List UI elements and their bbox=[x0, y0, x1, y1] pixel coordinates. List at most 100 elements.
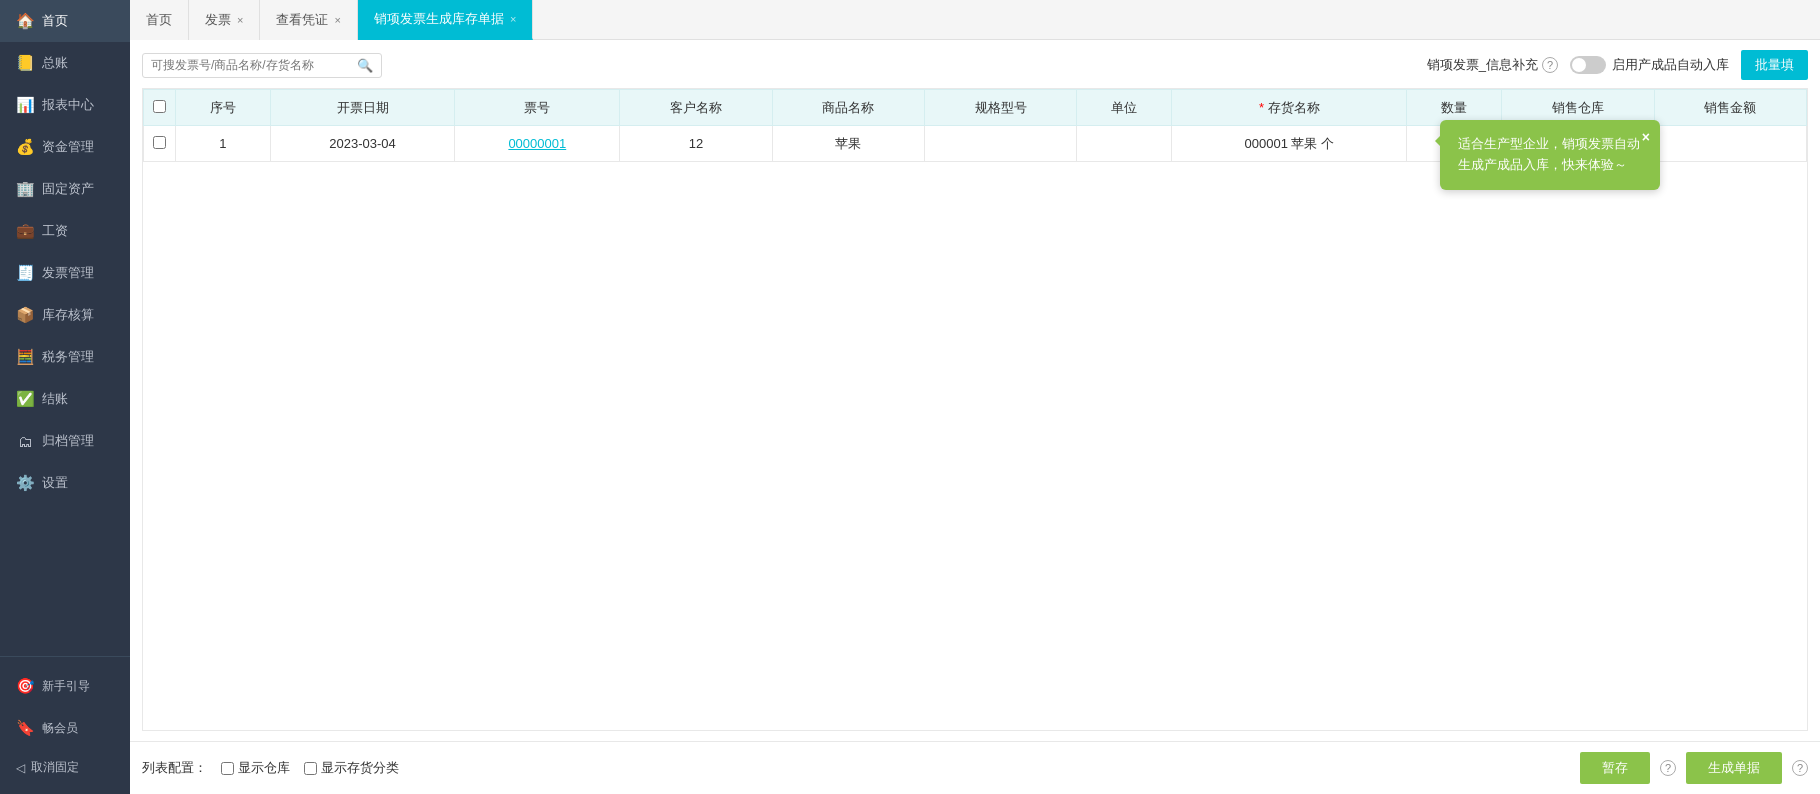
sidebar-label-payroll: 工资 bbox=[42, 222, 68, 240]
show-category-text: 显示存货分类 bbox=[321, 759, 399, 777]
sidebar-item-archive[interactable]: 🗂 归档管理 bbox=[0, 420, 130, 462]
settings-icon: ⚙️ bbox=[16, 474, 34, 492]
sidebar-label-assets: 固定资产 bbox=[42, 180, 94, 198]
sidebar-item-settings[interactable]: ⚙️ 设置 bbox=[0, 462, 130, 504]
save-help-icon[interactable]: ? bbox=[1660, 760, 1676, 776]
vip-icon: 🔖 bbox=[16, 719, 34, 737]
tab-voucher-close[interactable]: × bbox=[334, 14, 340, 26]
tab-home[interactable]: 首页 bbox=[130, 0, 189, 40]
th-invoice-no: 票号 bbox=[455, 90, 620, 126]
tab-voucher[interactable]: 查看凭证 × bbox=[260, 0, 357, 40]
search-input[interactable] bbox=[151, 58, 357, 72]
info-label-text: 销项发票_信息补充 bbox=[1427, 56, 1538, 74]
row-checkbox[interactable] bbox=[153, 136, 166, 149]
info-label: 销项发票_信息补充 ? bbox=[1427, 56, 1558, 74]
unpin-icon: ◁ bbox=[16, 761, 25, 775]
bottom-bar: 列表配置： 显示仓库 显示存货分类 暂存 ? 生成单据 ? bbox=[130, 741, 1820, 794]
th-date: 开票日期 bbox=[270, 90, 454, 126]
th-amount: 销售金额 bbox=[1654, 90, 1806, 126]
archive-icon: 🗂 bbox=[16, 433, 34, 450]
sidebar-label-settings: 设置 bbox=[42, 474, 68, 492]
tooltip-close-button[interactable]: × bbox=[1642, 126, 1650, 148]
sidebar-label-invoices: 发票管理 bbox=[42, 264, 94, 282]
toggle-wrap: 启用产成品自动入库 bbox=[1570, 56, 1729, 74]
assets-icon: 🏢 bbox=[16, 180, 34, 198]
generate-button[interactable]: 生成单据 bbox=[1686, 752, 1782, 784]
sidebar-label-home: 首页 bbox=[42, 12, 68, 30]
show-category-checkbox[interactable] bbox=[304, 762, 317, 775]
sidebar-label-tax: 税务管理 bbox=[42, 348, 94, 366]
sidebar-item-reports[interactable]: 📊 报表中心 bbox=[0, 84, 130, 126]
show-warehouse-checkbox[interactable] bbox=[221, 762, 234, 775]
config-label: 列表配置： bbox=[142, 759, 207, 777]
row-unit bbox=[1077, 126, 1172, 162]
payroll-icon: 💼 bbox=[16, 222, 34, 240]
th-customer: 客户名称 bbox=[620, 90, 772, 126]
guide-icon: 🎯 bbox=[16, 677, 34, 695]
th-checkbox bbox=[144, 90, 176, 126]
toggle-label: 启用产成品自动入库 bbox=[1612, 56, 1729, 74]
th-inventory: 存货名称 bbox=[1172, 90, 1407, 126]
invoices-icon: 🧾 bbox=[16, 264, 34, 282]
row-inventory: 000001 苹果 个 bbox=[1172, 126, 1407, 162]
funds-icon: 💰 bbox=[16, 138, 34, 156]
th-unit: 单位 bbox=[1077, 90, 1172, 126]
tab-invoice-close[interactable]: × bbox=[237, 14, 243, 26]
sidebar-item-tax[interactable]: 🧮 税务管理 bbox=[0, 336, 130, 378]
row-amount bbox=[1654, 126, 1806, 162]
unpin-button[interactable]: ◁ 取消固定 bbox=[0, 749, 130, 786]
row-customer: 12 bbox=[620, 126, 772, 162]
tax-icon: 🧮 bbox=[16, 348, 34, 366]
tab-voucher-label: 查看凭证 bbox=[276, 11, 328, 29]
sidebar-item-assets[interactable]: 🏢 固定资产 bbox=[0, 168, 130, 210]
sidebar-label-guide: 新手引导 bbox=[42, 678, 90, 695]
show-warehouse-text: 显示仓库 bbox=[238, 759, 290, 777]
row-invoice-no[interactable]: 00000001 bbox=[455, 126, 620, 162]
bottom-right: 暂存 ? 生成单据 ? bbox=[1580, 752, 1808, 784]
tab-cancel-invoice[interactable]: 销项发票生成库存单据 × bbox=[358, 0, 533, 40]
toolbar-right: 销项发票_信息补充 ? 启用产成品自动入库 批量填 bbox=[1427, 50, 1808, 80]
sidebar-item-closing[interactable]: ✅ 结账 bbox=[0, 378, 130, 420]
search-icon[interactable]: 🔍 bbox=[357, 58, 373, 73]
row-model bbox=[924, 126, 1076, 162]
sidebar-item-guide[interactable]: 🎯 新手引导 bbox=[0, 665, 130, 707]
sidebar-item-funds[interactable]: 💰 资金管理 bbox=[0, 126, 130, 168]
closing-icon: ✅ bbox=[16, 390, 34, 408]
sidebar-item-home[interactable]: 🏠 首页 bbox=[0, 0, 130, 42]
batch-fill-button[interactable]: 批量填 bbox=[1741, 50, 1808, 80]
tooltip-bubble: × 适合生产型企业，销项发票自动生成产成品入库，快来体验～ bbox=[1440, 120, 1660, 190]
generate-help-icon[interactable]: ? bbox=[1792, 760, 1808, 776]
sidebar-item-inventory[interactable]: 📦 库存核算 bbox=[0, 294, 130, 336]
row-checkbox-cell[interactable] bbox=[144, 126, 176, 162]
th-model: 规格型号 bbox=[924, 90, 1076, 126]
row-seq: 1 bbox=[176, 126, 271, 162]
sidebar-label-closing: 结账 bbox=[42, 390, 68, 408]
list-config: 列表配置： 显示仓库 显示存货分类 bbox=[142, 759, 399, 777]
tab-invoice-label: 发票 bbox=[205, 11, 231, 29]
row-date: 2023-03-04 bbox=[270, 126, 454, 162]
auto-storage-toggle[interactable] bbox=[1570, 56, 1606, 74]
sidebar-label-inventory: 库存核算 bbox=[42, 306, 94, 324]
sidebar-item-vip[interactable]: 🔖 畅会员 bbox=[0, 707, 130, 749]
reports-icon: 📊 bbox=[16, 96, 34, 114]
sidebar-item-payroll[interactable]: 💼 工资 bbox=[0, 210, 130, 252]
row-product: 苹果 bbox=[772, 126, 924, 162]
sidebar-bottom: 🎯 新手引导 🔖 畅会员 ◁ 取消固定 bbox=[0, 656, 130, 794]
show-warehouse-label[interactable]: 显示仓库 bbox=[221, 759, 290, 777]
show-category-label[interactable]: 显示存货分类 bbox=[304, 759, 399, 777]
sidebar-label-ledger: 总账 bbox=[42, 54, 68, 72]
inventory-icon: 📦 bbox=[16, 306, 34, 324]
sidebar-label-funds: 资金管理 bbox=[42, 138, 94, 156]
search-box[interactable]: 🔍 bbox=[142, 53, 382, 78]
sidebar-item-invoices[interactable]: 🧾 发票管理 bbox=[0, 252, 130, 294]
ledger-icon: 📒 bbox=[16, 54, 34, 72]
tab-cancel-invoice-close[interactable]: × bbox=[510, 13, 516, 25]
tab-home-label: 首页 bbox=[146, 11, 172, 29]
sidebar: 🏠 首页 📒 总账 📊 报表中心 💰 资金管理 🏢 固定资产 💼 工资 🧾 发票… bbox=[0, 0, 130, 794]
info-help-icon[interactable]: ? bbox=[1542, 57, 1558, 73]
save-button[interactable]: 暂存 bbox=[1580, 752, 1650, 784]
sidebar-item-ledger[interactable]: 📒 总账 bbox=[0, 42, 130, 84]
tab-invoice[interactable]: 发票 × bbox=[189, 0, 260, 40]
select-all-checkbox[interactable] bbox=[153, 100, 166, 113]
th-product: 商品名称 bbox=[772, 90, 924, 126]
